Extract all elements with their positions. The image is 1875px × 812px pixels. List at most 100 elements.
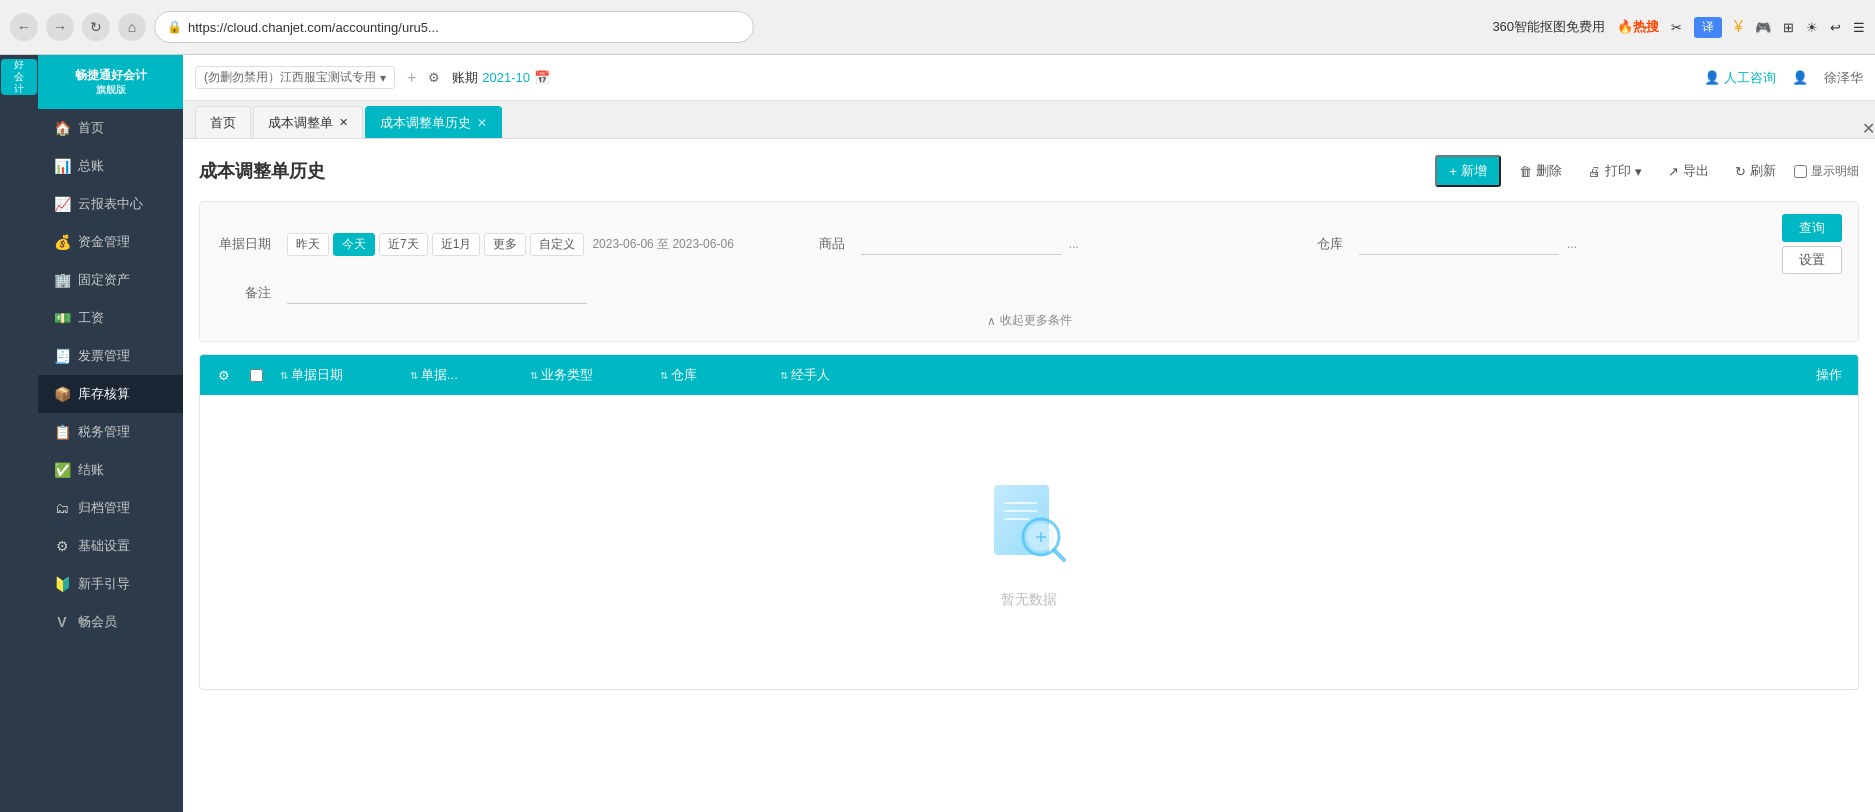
th-handler-label: 经手人 bbox=[791, 366, 830, 384]
sidebar-label-reports: 云报表中心 bbox=[78, 195, 143, 213]
select-all-checkbox[interactable] bbox=[250, 369, 263, 382]
add-icon: + bbox=[1449, 164, 1457, 179]
sidebar-item-home[interactable]: 🏠 首页 bbox=[38, 109, 183, 147]
sidebar-item-ledger[interactable]: 📊 总账 bbox=[38, 147, 183, 185]
collapse-btn[interactable]: ∧ 收起更多条件 bbox=[216, 312, 1842, 329]
brightness-icon[interactable]: ☀ bbox=[1806, 20, 1818, 35]
forward-button[interactable]: → bbox=[46, 13, 74, 41]
sidebar-item-settings[interactable]: ⚙ 基础设置 bbox=[38, 527, 183, 565]
show-cols-checkbox[interactable] bbox=[1794, 165, 1807, 178]
address-bar[interactable]: 🔒 https://cloud.chanjet.com/accounting/u… bbox=[154, 11, 754, 43]
date-btn-today[interactable]: 今天 bbox=[333, 233, 375, 256]
icon-bar-logo[interactable]: 好会计 bbox=[1, 59, 37, 95]
show-cols-checkbox-label[interactable]: 显示明细 bbox=[1794, 163, 1859, 180]
th-warehouse[interactable]: ⇅ 仓库 bbox=[652, 366, 772, 384]
notes-filter-input[interactable] bbox=[287, 282, 587, 304]
add-label: 新增 bbox=[1461, 162, 1487, 180]
export-button[interactable]: ↗ 导出 bbox=[1660, 158, 1717, 184]
company-name: (勿删勿禁用）江西服宝测试专用 bbox=[204, 69, 376, 86]
dropdown-arrow-icon: ▾ bbox=[380, 71, 386, 85]
add-company-btn[interactable]: + bbox=[407, 69, 416, 87]
undo-icon[interactable]: ↩ bbox=[1830, 20, 1841, 35]
grid-icon[interactable]: ⊞ bbox=[1783, 20, 1794, 35]
scissors-icon[interactable]: ✂ bbox=[1671, 20, 1682, 35]
period-label: 账期 bbox=[452, 69, 478, 87]
refresh-button[interactable]: ↻ 刷新 bbox=[1727, 158, 1784, 184]
home-button[interactable]: ⌂ bbox=[118, 13, 146, 41]
date-btn-more[interactable]: 更多 bbox=[484, 233, 526, 256]
add-button[interactable]: + 新增 bbox=[1435, 155, 1501, 187]
goods-more-btn[interactable]: ... bbox=[1069, 237, 1079, 251]
menu-icon[interactable]: ☰ bbox=[1853, 20, 1865, 35]
empty-illustration bbox=[979, 475, 1079, 575]
delete-button[interactable]: 🗑 删除 bbox=[1511, 158, 1570, 184]
tab-home[interactable]: 首页 bbox=[195, 106, 251, 138]
closing-icon: ✅ bbox=[54, 462, 70, 478]
sidebar-item-vip[interactable]: V 畅会员 bbox=[38, 603, 183, 641]
th-type[interactable]: ⇅ 业务类型 bbox=[522, 366, 652, 384]
logo-line2: 旗舰版 bbox=[75, 83, 147, 96]
query-button[interactable]: 查询 bbox=[1782, 214, 1842, 242]
sort-icon-handler: ⇅ bbox=[780, 370, 788, 381]
th-actions-label: 操作 bbox=[1816, 367, 1842, 382]
calendar-icon[interactable]: 📅 bbox=[534, 70, 550, 85]
table-select-all[interactable] bbox=[240, 369, 272, 382]
goods-filter-input[interactable] bbox=[861, 233, 1061, 255]
company-selector[interactable]: (勿删勿禁用）江西服宝测试专用 ▾ bbox=[195, 66, 395, 89]
sidebar-item-tax[interactable]: 📋 税务管理 bbox=[38, 413, 183, 451]
delete-icon: 🗑 bbox=[1519, 164, 1532, 179]
date-btn-yesterday[interactable]: 昨天 bbox=[287, 233, 329, 256]
period-value: 2021-10 bbox=[482, 70, 530, 85]
window-close-btn[interactable]: ✕ bbox=[1862, 119, 1875, 138]
date-btn-custom[interactable]: 自定义 bbox=[530, 233, 584, 256]
table-settings-btn[interactable]: ⚙ bbox=[208, 368, 240, 383]
date-btn-7days[interactable]: 近7天 bbox=[379, 233, 428, 256]
collapse-chevron-icon: ∧ bbox=[987, 314, 996, 328]
filter-row-notes: 备注 bbox=[216, 282, 1842, 304]
user-avatar-icon: 👤 bbox=[1792, 70, 1808, 85]
sidebar-item-payroll[interactable]: 💵 工资 bbox=[38, 299, 183, 337]
tab-cost-adjust[interactable]: 成本调整单 ✕ bbox=[253, 106, 363, 138]
print-button[interactable]: 🖨 打印 ▾ bbox=[1580, 158, 1650, 184]
export-icon: ↗ bbox=[1668, 164, 1679, 179]
filter-settings-button[interactable]: 设置 bbox=[1782, 246, 1842, 274]
tab-cost-adjust-history[interactable]: 成本调整单历史 ✕ bbox=[365, 106, 502, 138]
warehouse-more-btn[interactable]: ... bbox=[1567, 237, 1577, 251]
th-number-label: 单据... bbox=[421, 366, 458, 384]
th-date[interactable]: ⇅ 单据日期 bbox=[272, 366, 402, 384]
sidebar-label-closing: 结账 bbox=[78, 461, 104, 479]
sidebar-item-fixed-assets[interactable]: 🏢 固定资产 bbox=[38, 261, 183, 299]
sidebar-label-funds: 资金管理 bbox=[78, 233, 130, 251]
date-btn-1month[interactable]: 近1月 bbox=[432, 233, 481, 256]
tab-home-label: 首页 bbox=[210, 114, 236, 132]
icon-bar: 好会计 bbox=[0, 55, 38, 812]
game-icon[interactable]: 🎮 bbox=[1755, 20, 1771, 35]
show-cols-label: 显示明细 bbox=[1811, 163, 1859, 180]
sort-icon-date: ⇅ bbox=[280, 370, 288, 381]
sidebar-label-ledger: 总账 bbox=[78, 157, 104, 175]
tab-cost-adjust-history-close[interactable]: ✕ bbox=[477, 116, 487, 130]
warehouse-filter-input[interactable] bbox=[1359, 233, 1559, 255]
sidebar-item-archive[interactable]: 🗂 归档管理 bbox=[38, 489, 183, 527]
refresh-button[interactable]: ↻ bbox=[82, 13, 110, 41]
back-button[interactable]: ← bbox=[10, 13, 38, 41]
headset-icon: 👤 bbox=[1704, 70, 1720, 85]
settings-gear-icon[interactable]: ⚙ bbox=[428, 70, 440, 85]
translate-button[interactable]: 译 bbox=[1694, 17, 1722, 38]
sidebar-label-vip: 畅会员 bbox=[78, 613, 117, 631]
ledger-icon: 📊 bbox=[54, 158, 70, 174]
sidebar-item-reports[interactable]: 📈 云报表中心 bbox=[38, 185, 183, 223]
th-warehouse-label: 仓库 bbox=[671, 366, 697, 384]
th-number[interactable]: ⇅ 单据... bbox=[402, 366, 522, 384]
sidebar-item-closing[interactable]: ✅ 结账 bbox=[38, 451, 183, 489]
sidebar-item-invoices[interactable]: 🧾 发票管理 bbox=[38, 337, 183, 375]
sidebar-item-inventory[interactable]: 📦 库存核算 bbox=[38, 375, 183, 413]
user-service-btn[interactable]: 👤 人工咨询 bbox=[1704, 69, 1776, 87]
sort-icon-number: ⇅ bbox=[410, 370, 418, 381]
th-handler[interactable]: ⇅ 经手人 bbox=[772, 366, 902, 384]
print-icon: 🖨 bbox=[1588, 164, 1601, 179]
sidebar-item-funds[interactable]: 💰 资金管理 bbox=[38, 223, 183, 261]
sidebar-item-guide[interactable]: 🔰 新手引导 bbox=[38, 565, 183, 603]
tab-cost-adjust-close[interactable]: ✕ bbox=[339, 116, 348, 129]
wallet-icon[interactable]: ¥ bbox=[1734, 18, 1743, 36]
